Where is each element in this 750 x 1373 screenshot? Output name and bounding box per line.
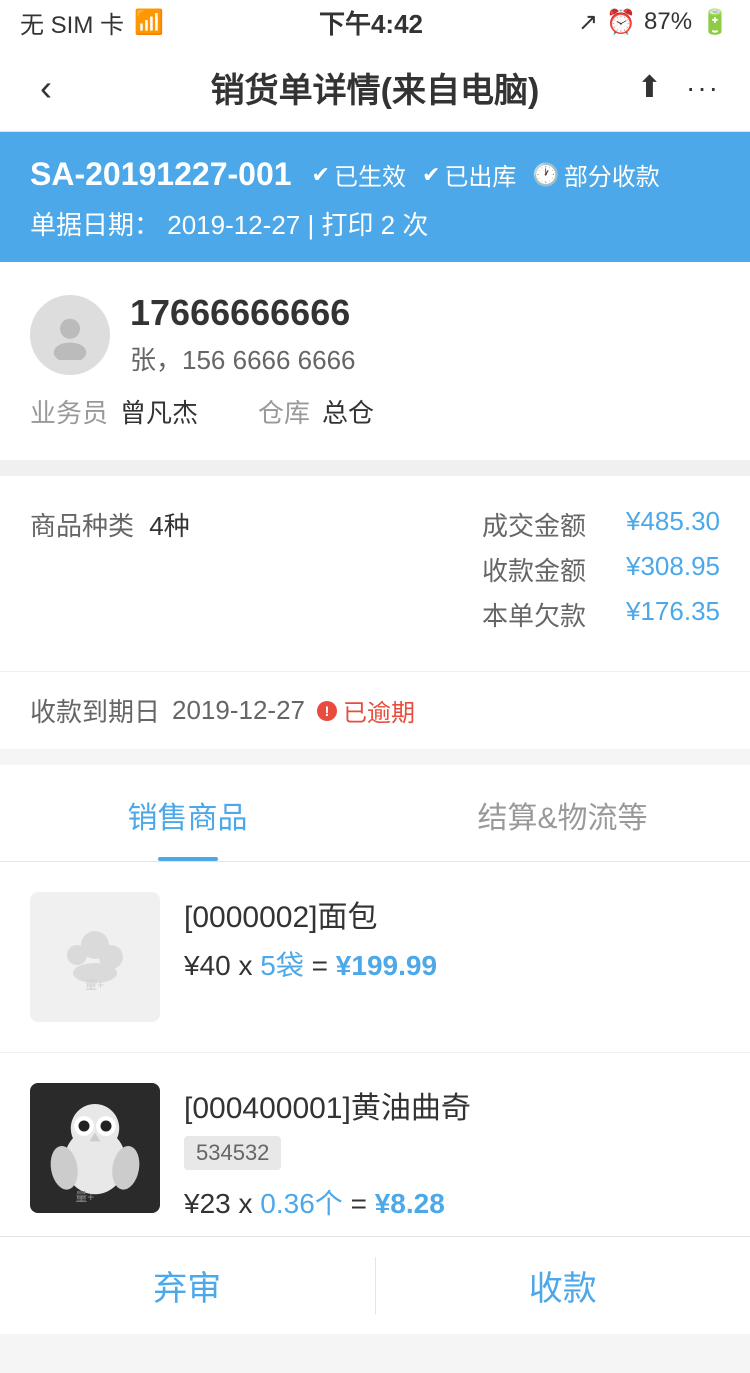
received-label: 收款金额 [482,551,586,588]
customer-section: 17666666666 张，156 6666 6666 业务员 曾凡杰 仓库 总… [0,262,750,460]
product-tag-2: 534532 [184,1136,281,1170]
product-info-2: [000400001]黄油曲奇 534532 ¥23 x 0.36个 = ¥8.… [184,1083,720,1222]
due-label: 本单欠款 [482,596,586,633]
stats-right: 成交金额 ¥485.30 收款金额 ¥308.95 本单欠款 ¥176.35 [482,506,720,641]
order-id: SA-20191227-001 [30,156,292,193]
product-list: 量+ [0000002]面包 ¥40 x 5袋 = ¥199.99 [0,862,750,1253]
nav-title: 销货单详情(来自电脑) [211,63,540,112]
badge-activated: ✔ 已生效 [312,157,406,192]
product-thumb-2: 量+ [30,1083,160,1213]
tabs-section: 销售商品 结算&物流等 [0,765,750,862]
product-type-label: 商品种类 [30,511,134,541]
due-section: 收款到期日 2019-12-27 ! 已逾期 [0,671,750,749]
product-item-2: 量+ [000400001]黄油曲奇 534532 ¥23 x 0.36个 = … [0,1053,750,1253]
due-value: ¥176.35 [626,596,720,633]
product-qty-2: 0.36个 [260,1188,343,1219]
product-name-2: [000400001]黄油曲奇 [184,1083,720,1127]
warehouse-value: 总仓 [322,393,374,430]
more-icon[interactable]: ··· [686,72,720,104]
nav-bar: ‹ 销货单详情(来自电脑) ⬆ ··· [0,44,750,132]
svg-text:量+: 量+ [85,978,104,992]
tab-sales-products[interactable]: 销售商品 [0,765,375,861]
tabs: 销售商品 结算&物流等 [0,765,750,862]
battery-text: 87% [644,8,692,36]
product-price-2: ¥23 x 0.36个 = ¥8.28 [184,1182,720,1222]
salesperson-value: 曾凡杰 [120,393,198,430]
due-date-label: 收款到期日 [30,692,160,729]
battery-icon: 🔋 [700,8,730,37]
customer-name: 17666666666 [130,292,356,334]
tab-settlement[interactable]: 结算&物流等 [375,765,750,861]
alarm-icon: ⏰ [606,8,636,37]
product-price-1: ¥40 x 5袋 = ¥199.99 [184,944,720,984]
badge-shipped: ✔ 已出库 [422,157,516,192]
product-info-1: [0000002]面包 ¥40 x 5袋 = ¥199.99 [184,892,720,1022]
divider-1 [0,460,750,476]
share-icon[interactable]: ⬆ [637,70,662,105]
status-bar: 无 SIM 卡 📶 下午4:42 ↗ ⏰ 87% 🔋 [0,0,750,44]
svg-text:量+: 量+ [75,1190,94,1203]
status-left: 无 SIM 卡 📶 [20,5,164,40]
back-button[interactable]: ‹ [30,57,62,119]
product-item-1: 量+ [0000002]面包 ¥40 x 5袋 = ¥199.99 [0,862,750,1053]
confirm-button[interactable]: 收款 [376,1237,750,1334]
stats-section: 商品种类 4种 成交金额 ¥485.30 收款金额 ¥308.95 本单欠款 ¥… [0,476,750,671]
carrier-text: 无 SIM 卡 [20,5,124,40]
amount-value: ¥485.30 [626,506,720,543]
header-date: 单据日期： 2019-12-27 | 打印 2 次 [30,205,720,242]
location-icon: ↗ [578,8,598,37]
header-banner: SA-20191227-001 ✔ 已生效 ✔ 已出库 🕐 部分收款 单据日期：… [0,132,750,262]
customer-details: 业务员 曾凡杰 仓库 总仓 [30,393,720,430]
due-date-value: 2019-12-27 [172,695,305,726]
bottom-bar: 弃审 收款 [0,1236,750,1334]
avatar [30,295,110,375]
product-total-2: ¥8.28 [375,1188,445,1219]
overdue-badge: ! 已逾期 [317,693,415,728]
badge-partial: 🕐 部分收款 [532,157,659,192]
cancel-button[interactable]: 弃审 [0,1237,375,1334]
customer-info-block: 17666666666 张，156 6666 6666 [130,292,356,377]
salesperson-label: 业务员 [30,393,108,430]
wifi-icon: 📶 [134,8,164,37]
nav-right-icons: ⬆ ··· [637,70,720,105]
status-time: 下午4:42 [319,4,423,41]
overdue-text: 已逾期 [343,693,415,728]
status-right: ↗ ⏰ 87% 🔋 [578,8,730,37]
stats-left: 商品种类 4种 [30,506,190,543]
overdue-dot-icon: ! [317,701,337,721]
product-qty-1: 5袋 [260,950,304,981]
status-badges: ✔ 已生效 ✔ 已出库 🕐 部分收款 [312,157,660,192]
warehouse-label: 仓库 [258,393,310,430]
product-type-count: 4种 [149,511,189,541]
customer-sub: 张，156 6666 6666 [130,340,356,377]
product-total-1: ¥199.99 [336,950,437,981]
received-value: ¥308.95 [626,551,720,588]
product-thumb-1: 量+ [30,892,160,1022]
amount-label: 成交金额 [482,506,586,543]
product-name-1: [0000002]面包 [184,892,720,936]
